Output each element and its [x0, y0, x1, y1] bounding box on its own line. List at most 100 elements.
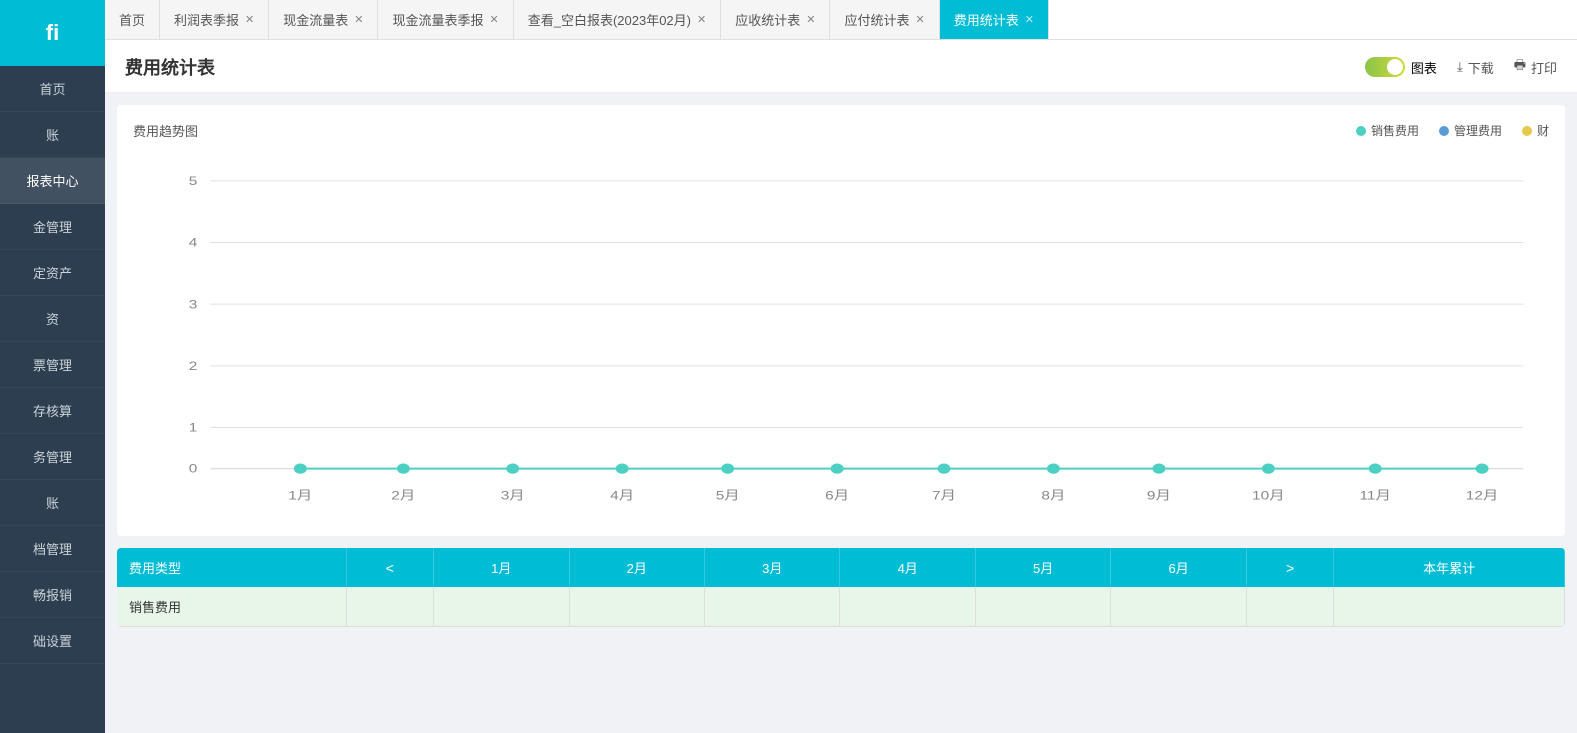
- sidebar-item-assets[interactable]: 定资产: [0, 250, 105, 296]
- row-m6: [1111, 587, 1246, 627]
- svg-text:4月: 4月: [610, 488, 634, 502]
- col-type: 费用类型: [117, 548, 346, 587]
- tab-profit[interactable]: 利润表季报 ✕: [160, 0, 269, 39]
- svg-text:3: 3: [189, 297, 198, 311]
- tab-expense-stat-label: 费用统计表: [954, 10, 1019, 29]
- tab-receivable-label: 应收统计表: [735, 10, 800, 29]
- svg-text:5月: 5月: [716, 488, 740, 502]
- sidebar-item-invoice[interactable]: 票管理: [0, 342, 105, 388]
- tab-profit-label: 利润表季报: [174, 10, 239, 29]
- sidebar-item-ledger[interactable]: 账: [0, 112, 105, 158]
- tab-payable-close[interactable]: ✕: [915, 13, 924, 26]
- chart-toggle[interactable]: [1365, 57, 1405, 77]
- tab-cashflow-close[interactable]: ✕: [354, 13, 363, 26]
- sidebar-item-inventory[interactable]: 存核算: [0, 388, 105, 434]
- page-actions: 图表 ⤓ 下载 🖶 打印: [1365, 56, 1557, 78]
- tab-home[interactable]: 首页: [105, 0, 160, 39]
- row-nav-prev: [346, 587, 433, 627]
- tab-receivable-close[interactable]: ✕: [806, 13, 815, 26]
- col-nav-next[interactable]: >: [1246, 548, 1333, 587]
- chart-toggle-group: 图表: [1365, 57, 1437, 77]
- sidebar-item-account[interactable]: 账: [0, 480, 105, 526]
- legend-finance-label: 财: [1537, 122, 1549, 139]
- table-container: 费用类型 < 1月 2月 3月 4月 5月 6月 > 本年累计: [117, 548, 1565, 627]
- legend-sales-dot: [1356, 126, 1366, 136]
- svg-text:2月: 2月: [391, 488, 415, 502]
- line-chart-svg: 5 4 3 2 1 0 1月 2月 3月 4月 5月 6月 7月 8月 9月: [133, 150, 1549, 520]
- svg-text:11月: 11月: [1359, 488, 1390, 502]
- col-m5: 5月: [975, 548, 1110, 587]
- svg-text:8月: 8月: [1041, 488, 1065, 502]
- tab-cashflow-q-label: 现金流量表季报: [392, 10, 483, 29]
- col-m6: 6月: [1111, 548, 1246, 587]
- tab-home-label: 首页: [119, 10, 145, 29]
- main-area: 首页 利润表季报 ✕ 现金流量表 ✕ 现金流量表季报 ✕ 查看_空白报表(202…: [105, 0, 1577, 733]
- svg-text:2: 2: [189, 358, 198, 372]
- row-total: [1334, 587, 1565, 627]
- tab-blank-report-label: 查看_空白报表(2023年02月): [528, 10, 691, 29]
- sidebar-item-salary[interactable]: 资: [0, 296, 105, 342]
- tab-payable-label: 应付统计表: [844, 10, 909, 29]
- next-arrow[interactable]: >: [1280, 560, 1300, 576]
- col-total: 本年累计: [1334, 548, 1565, 587]
- legend-sales: 销售费用: [1356, 122, 1419, 139]
- tabs-bar: 首页 利润表季报 ✕ 现金流量表 ✕ 现金流量表季报 ✕ 查看_空白报表(202…: [105, 0, 1577, 40]
- svg-text:1: 1: [189, 420, 198, 434]
- svg-text:5: 5: [189, 173, 198, 187]
- svg-text:9月: 9月: [1147, 488, 1171, 502]
- row-m2: [569, 587, 704, 627]
- tab-cashflow-label: 现金流量表: [283, 10, 348, 29]
- page-title: 费用统计表: [125, 54, 215, 80]
- row-nav-next: [1246, 587, 1333, 627]
- chart-legend: 销售费用 管理费用 财: [1356, 122, 1549, 139]
- svg-text:1月: 1月: [288, 488, 312, 502]
- sidebar-item-expense[interactable]: 畅报销: [0, 572, 105, 618]
- print-label: 打印: [1531, 58, 1557, 77]
- svg-text:0: 0: [189, 461, 198, 475]
- svg-text:3月: 3月: [501, 488, 525, 502]
- expense-table: 费用类型 < 1月 2月 3月 4月 5月 6月 > 本年累计: [117, 548, 1565, 627]
- legend-admin: 管理费用: [1439, 122, 1502, 139]
- tab-profit-close[interactable]: ✕: [245, 13, 254, 26]
- download-button[interactable]: ⤓ 下载: [1457, 58, 1494, 77]
- tab-receivable[interactable]: 应收统计表 ✕: [721, 0, 830, 39]
- legend-admin-label: 管理费用: [1454, 122, 1502, 139]
- sidebar-item-services[interactable]: 务管理: [0, 434, 105, 480]
- tab-cashflow[interactable]: 现金流量表 ✕: [269, 0, 378, 39]
- svg-text:4: 4: [189, 235, 198, 249]
- svg-text:7月: 7月: [932, 488, 956, 502]
- legend-admin-dot: [1439, 126, 1449, 136]
- col-nav-prev[interactable]: <: [346, 548, 433, 587]
- sidebar-item-settings[interactable]: 础设置: [0, 618, 105, 664]
- row-type: 销售费用: [117, 587, 346, 627]
- svg-text:6月: 6月: [825, 488, 849, 502]
- tab-cashflow-q-close[interactable]: ✕: [490, 13, 499, 26]
- tab-blank-report[interactable]: 查看_空白报表(2023年02月) ✕: [514, 0, 722, 39]
- chart-container: 费用趋势图 销售费用 管理费用 财: [117, 105, 1565, 536]
- tab-blank-report-close[interactable]: ✕: [697, 13, 706, 26]
- tab-cashflow-q[interactable]: 现金流量表季报 ✕: [378, 0, 513, 39]
- svg-text:10月: 10月: [1252, 488, 1285, 502]
- sidebar-item-archive[interactable]: 档管理: [0, 526, 105, 572]
- tab-expense-stat[interactable]: 费用统计表 ✕: [940, 0, 1049, 39]
- sidebar-item-cash[interactable]: 金管理: [0, 204, 105, 250]
- tab-expense-stat-close[interactable]: ✕: [1025, 13, 1034, 26]
- svg-text:12月: 12月: [1466, 488, 1499, 502]
- col-m2: 2月: [569, 548, 704, 587]
- table-header-row: 费用类型 < 1月 2月 3月 4月 5月 6月 > 本年累计: [117, 548, 1565, 587]
- sidebar-item-reports[interactable]: 报表中心: [0, 158, 105, 204]
- legend-sales-label: 销售费用: [1371, 122, 1419, 139]
- print-button[interactable]: 🖶 打印: [1514, 56, 1557, 78]
- col-m4: 4月: [840, 548, 975, 587]
- row-m1: [434, 587, 569, 627]
- tab-payable[interactable]: 应付统计表 ✕: [830, 0, 939, 39]
- legend-finance-dot: [1522, 126, 1532, 136]
- row-m4: [840, 587, 975, 627]
- prev-arrow[interactable]: <: [380, 560, 400, 576]
- sidebar: fi 首页 账 报表中心 金管理 定资产 资 票管理 存核算 务管理 账 档管理…: [0, 0, 105, 733]
- row-m3: [705, 587, 840, 627]
- sidebar-item-home[interactable]: 首页: [0, 66, 105, 112]
- chart-title: 费用趋势图: [133, 121, 198, 140]
- chart-toggle-label: 图表: [1411, 58, 1437, 77]
- download-label: 下载: [1468, 58, 1494, 77]
